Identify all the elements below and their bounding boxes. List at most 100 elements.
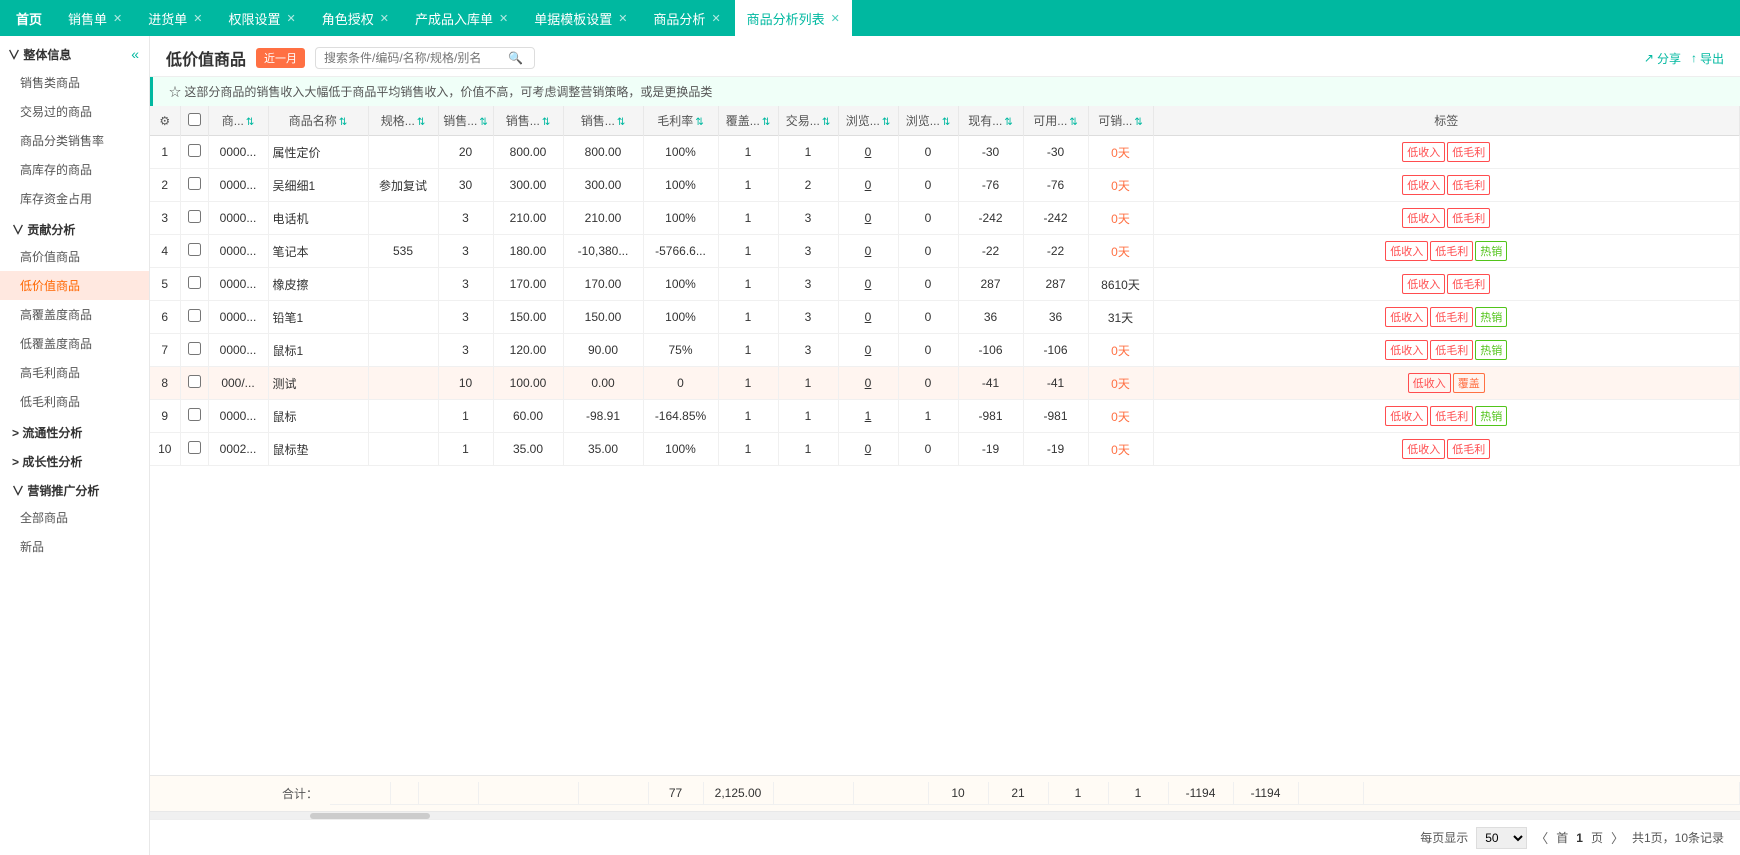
row-select[interactable]: [188, 144, 201, 157]
row-browse1[interactable]: 0: [838, 433, 898, 466]
close-icon[interactable]: ✕: [193, 12, 202, 25]
row-checkbox[interactable]: [180, 334, 208, 367]
row-cover: 1: [718, 433, 778, 466]
browse1-link[interactable]: 0: [865, 343, 872, 357]
sidebar-item-high-value[interactable]: 高价值商品: [0, 242, 149, 271]
row-checkbox[interactable]: [180, 400, 208, 433]
sidebar-group-circulation[interactable]: > 流通性分析: [0, 416, 149, 445]
row-select[interactable]: [188, 177, 201, 190]
next-page-btn[interactable]: 〉: [1611, 828, 1624, 847]
row-select[interactable]: [188, 243, 201, 256]
nav-purchase-order[interactable]: 进货单 ✕: [136, 0, 214, 36]
sidebar-item-sales-goods[interactable]: 销售类商品: [0, 68, 149, 97]
close-icon[interactable]: ✕: [831, 12, 840, 25]
row-spec: 535: [368, 235, 438, 268]
search-input[interactable]: [324, 51, 504, 65]
browse1-link[interactable]: 0: [865, 244, 872, 258]
horizontal-scrollbar[interactable]: [150, 811, 1740, 819]
sidebar-group-growth[interactable]: > 成长性分析: [0, 445, 149, 474]
browse1-link[interactable]: 0: [865, 376, 872, 390]
row-browse1[interactable]: 0: [838, 268, 898, 301]
row-browse1[interactable]: 0: [838, 367, 898, 400]
nav-template-settings[interactable]: 单据模板设置 ✕: [522, 0, 639, 36]
share-btn[interactable]: ↗ 分享: [1644, 50, 1681, 67]
sidebar-item-high-coverage[interactable]: 高覆盖度商品: [0, 300, 149, 329]
row-trade: 1: [778, 400, 838, 433]
row-checkbox[interactable]: [180, 433, 208, 466]
nav-permissions[interactable]: 权限设置 ✕: [216, 0, 307, 36]
table-container[interactable]: ⚙ 商...⇅ 商品名称⇅ 规格...⇅ 销售...⇅ 销售...⇅ 销售...…: [150, 106, 1740, 775]
row-select[interactable]: [188, 210, 201, 223]
row-select[interactable]: [188, 375, 201, 388]
row-select[interactable]: [188, 342, 201, 355]
row-browse1[interactable]: 0: [838, 202, 898, 235]
row-browse1[interactable]: 1: [838, 400, 898, 433]
col-checkbox[interactable]: [180, 106, 208, 136]
row-browse1[interactable]: 0: [838, 301, 898, 334]
sidebar-item-inventory-capital[interactable]: 库存资金占用: [0, 184, 149, 213]
sidebar-item-high-inventory[interactable]: 高库存的商品: [0, 155, 149, 184]
nav-home[interactable]: 首页: [4, 0, 54, 36]
row-browse1[interactable]: 0: [838, 136, 898, 169]
close-icon[interactable]: ✕: [113, 12, 122, 25]
row-select[interactable]: [188, 408, 201, 421]
sidebar-item-traded-goods[interactable]: 交易过的商品: [0, 97, 149, 126]
close-icon[interactable]: ✕: [499, 12, 508, 25]
row-checkbox[interactable]: [180, 169, 208, 202]
select-all-checkbox[interactable]: [188, 113, 201, 126]
row-checkbox[interactable]: [180, 367, 208, 400]
browse1-link[interactable]: 0: [865, 178, 872, 192]
row-tags: 低收入低毛利: [1153, 433, 1740, 466]
nav-sales-order[interactable]: 销售单 ✕: [56, 0, 134, 36]
per-page-select[interactable]: 50 100 200: [1476, 827, 1527, 849]
row-browse1[interactable]: 0: [838, 235, 898, 268]
row-s3: 170.00: [563, 268, 643, 301]
row-checkbox[interactable]: [180, 268, 208, 301]
browse1-link[interactable]: 0: [865, 277, 872, 291]
nav-products-inbound[interactable]: 产成品入库单 ✕: [403, 0, 520, 36]
row-select[interactable]: [188, 441, 201, 454]
export-btn[interactable]: ↑ 导出: [1691, 50, 1724, 67]
tag-label: 低收入: [1408, 373, 1451, 393]
close-icon[interactable]: ✕: [618, 12, 627, 25]
time-tag-btn[interactable]: 近一月: [256, 48, 305, 68]
row-browse1[interactable]: 0: [838, 169, 898, 202]
nav-product-analysis[interactable]: 商品分析 ✕: [641, 0, 732, 36]
sidebar-item-high-gross[interactable]: 高毛利商品: [0, 358, 149, 387]
tag-label: 低收入: [1402, 208, 1445, 228]
row-checkbox[interactable]: [180, 301, 208, 334]
prev-page-btn[interactable]: 〈: [1535, 828, 1548, 847]
browse1-link[interactable]: 0: [865, 211, 872, 225]
row-checkbox[interactable]: [180, 136, 208, 169]
browse1-link[interactable]: 1: [865, 409, 872, 423]
row-s3: -98.91: [563, 400, 643, 433]
row-browse1[interactable]: 0: [838, 334, 898, 367]
browse1-link[interactable]: 0: [865, 310, 872, 324]
row-s3: 150.00: [563, 301, 643, 334]
browse1-link[interactable]: 0: [865, 442, 872, 456]
row-select[interactable]: [188, 276, 201, 289]
sidebar-item-new-goods[interactable]: 新品: [0, 532, 149, 561]
close-icon[interactable]: ✕: [287, 12, 296, 25]
row-select[interactable]: [188, 309, 201, 322]
row-num: 8: [150, 367, 180, 400]
nav-product-analysis-list[interactable]: 商品分析列表 ✕: [735, 0, 852, 36]
nav-roles[interactable]: 角色授权 ✕: [310, 0, 401, 36]
sidebar-item-category-sales-rate[interactable]: 商品分类销售率: [0, 126, 149, 155]
close-icon[interactable]: ✕: [711, 12, 720, 25]
sidebar-item-low-value[interactable]: 低价值商品: [0, 271, 149, 300]
sidebar-item-low-coverage[interactable]: 低覆盖度商品: [0, 329, 149, 358]
row-checkbox[interactable]: [180, 202, 208, 235]
sidebar-item-low-gross[interactable]: 低毛利商品: [0, 387, 149, 416]
search-icon[interactable]: 🔍: [508, 51, 523, 65]
browse1-link[interactable]: 0: [865, 145, 872, 159]
sidebar-item-all-goods[interactable]: 全部商品: [0, 503, 149, 532]
row-sell: 0天: [1088, 169, 1153, 202]
row-s2: 100.00: [493, 367, 563, 400]
col-settings[interactable]: ⚙: [150, 106, 180, 136]
close-icon[interactable]: ✕: [380, 12, 389, 25]
scrollbar-thumb[interactable]: [310, 813, 430, 819]
row-checkbox[interactable]: [180, 235, 208, 268]
sidebar-group-marketing: ∨ 营销推广分析: [0, 474, 149, 503]
sidebar-collapse-btn[interactable]: «: [129, 44, 141, 64]
